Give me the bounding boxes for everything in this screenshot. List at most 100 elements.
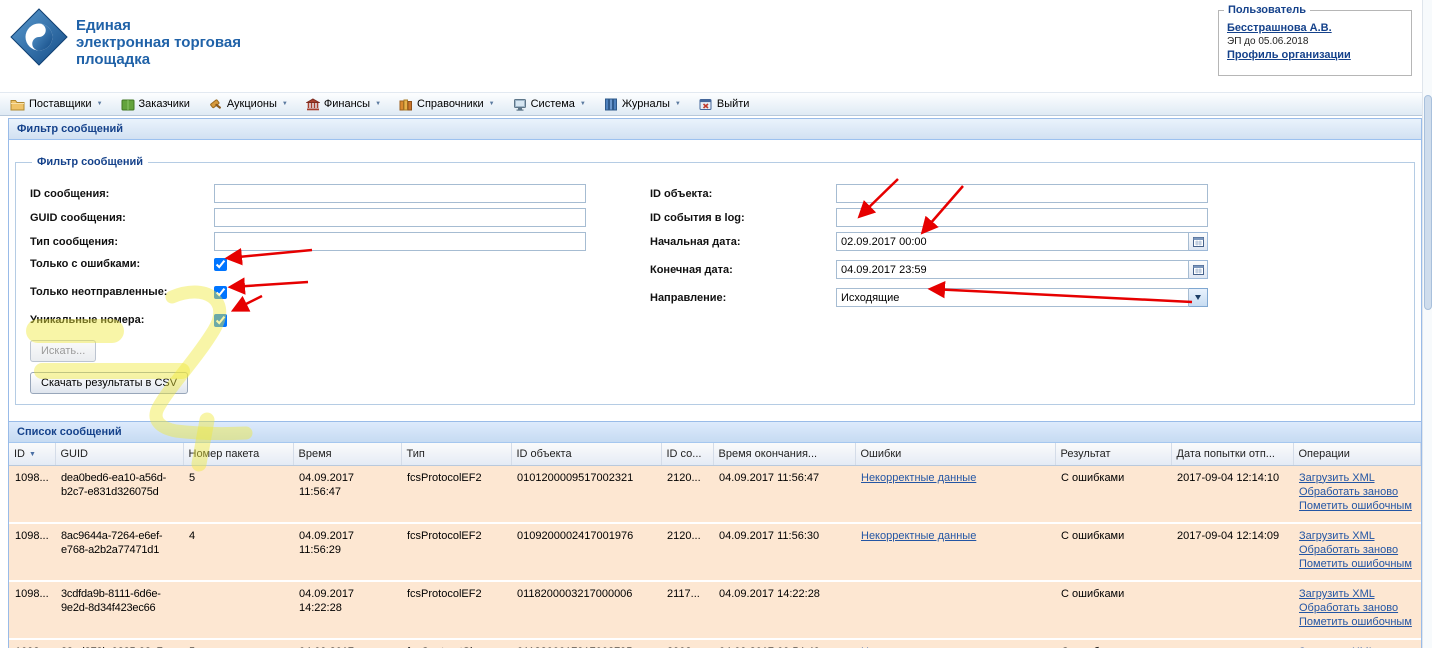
cell-result: С ошибками [1055, 639, 1171, 648]
message-id-label: ID сообщения: [30, 187, 110, 200]
table-row[interactable]: 1098... 88ad378b-9885-93e7-5d34a77bc215 … [9, 639, 1421, 648]
download-csv-button[interactable]: Скачать результаты в CSV [30, 372, 189, 394]
cell-object-id: 0101200009517002321 [511, 465, 661, 524]
reprocess-link[interactable]: Обработать заново [1299, 544, 1398, 556]
cell-errors: Некорректные данные [855, 465, 1055, 524]
column-header-time[interactable]: Время [293, 443, 402, 466]
unique-numbers-checkbox[interactable] [214, 313, 227, 327]
end-date-label: Конечная дата: [650, 263, 733, 276]
reprocess-link[interactable]: Обработать заново [1299, 602, 1398, 614]
message-type-input[interactable] [214, 232, 586, 251]
brand-line: площадка [76, 51, 151, 68]
vertical-scrollbar[interactable] [1422, 0, 1432, 648]
errors-only-label: Только с ошибками: [30, 258, 141, 270]
page-title: Фильтр сообщений [9, 119, 1421, 140]
brand-line: электронная торговая [76, 34, 241, 51]
brand-title: Единая электронная торговая площадка [76, 17, 241, 68]
load-xml-link[interactable]: Загрузить XML [1299, 530, 1375, 542]
chevron-down-icon: ▼ [488, 101, 495, 107]
load-xml-link[interactable]: Загрузить XML [1299, 472, 1375, 484]
cell-result: С ошибками [1055, 581, 1171, 640]
menu-item-journals[interactable]: Журналы ▼ [604, 98, 681, 111]
column-header-packet[interactable]: Номер пакета [183, 443, 294, 466]
cell-operations: Загрузить XML Обработать заново Пометить… [1293, 523, 1421, 582]
chevron-down-icon: ▼ [375, 101, 382, 107]
mark-erroneous-link[interactable]: Пометить ошибочным [1299, 500, 1412, 512]
mark-erroneous-link[interactable]: Пометить ошибочным [1299, 558, 1412, 570]
column-header-operations[interactable]: Операции [1293, 443, 1421, 466]
menu-item-references[interactable]: Справочники ▼ [399, 98, 495, 111]
unsent-only-checkbox[interactable] [214, 285, 227, 299]
column-header-result[interactable]: Результат [1055, 443, 1172, 466]
cell-event-id: 2117... [661, 581, 713, 640]
grid-title: Список сообщений [9, 422, 1421, 443]
menu-item-system[interactable]: Система ▼ [513, 98, 586, 111]
cell-event-id: 2120... [661, 465, 713, 524]
chevron-down-icon: ▼ [579, 101, 586, 107]
message-guid-input[interactable] [214, 208, 586, 227]
cell-attempt-date [1171, 639, 1293, 648]
table-row[interactable]: 1098... 8ac9644a-7264-e6ef-e768-a2b2a774… [9, 523, 1421, 582]
cell-result: С ошибками [1055, 523, 1171, 582]
cell-guid: 8ac9644a-7264-e6ef-e768-a2b2a77471d1 [55, 523, 183, 582]
error-details-link[interactable]: Некорректные данные [861, 530, 976, 542]
column-header-object-id[interactable]: ID объекта [511, 443, 662, 466]
menu-item-finance[interactable]: Финансы ▼ [305, 97, 382, 111]
unique-numbers-label: Уникальные номера: [30, 314, 145, 326]
menu-item-suppliers[interactable]: Поставщики ▼ [10, 98, 103, 111]
log-event-id-input[interactable] [836, 208, 1208, 227]
end-date-calendar-button[interactable] [1189, 260, 1208, 279]
error-details-link[interactable]: Некорректные данные [861, 472, 976, 484]
menu-item-customers[interactable]: Заказчики [121, 98, 190, 111]
message-id-input[interactable] [214, 184, 586, 203]
cell-packet: 5 [183, 465, 293, 524]
column-header-guid[interactable]: GUID [55, 443, 184, 466]
chevron-down-icon [1195, 295, 1201, 300]
calendar-icon [1192, 265, 1204, 275]
table-row[interactable]: 1098... dea0bed6-ea10-a56d-b2c7-e831d326… [9, 465, 1421, 524]
cell-object-id: 0118200003217000006 [511, 581, 661, 640]
cell-guid: dea0bed6-ea10-a56d-b2c7-e831d326075d [55, 465, 183, 524]
scrollbar-thumb[interactable] [1424, 95, 1432, 310]
errors-only-checkbox[interactable] [214, 257, 227, 271]
column-header-event-id[interactable]: ID со... [661, 443, 714, 466]
search-button[interactable]: Искать... [30, 340, 97, 362]
chevron-down-icon: ▼ [674, 101, 681, 107]
start-date-input[interactable] [836, 232, 1189, 251]
cell-id: 1098... [9, 639, 55, 648]
column-header-id[interactable]: ID ▼ [9, 443, 56, 466]
book-icon [121, 99, 135, 110]
message-guid-label: GUID сообщения: [30, 211, 126, 224]
load-xml-link[interactable]: Загрузить XML [1299, 588, 1375, 600]
cell-object-id: 0113200017917002795 [511, 639, 661, 648]
bars-icon [604, 98, 617, 110]
start-date-calendar-button[interactable] [1189, 232, 1208, 251]
filter-legend: Фильтр сообщений [37, 156, 144, 168]
books-icon [399, 99, 413, 110]
messages-grid-panel: Список сообщений ID ▼ GUID Номер пакета В… [9, 421, 1421, 648]
user-name-link[interactable]: Бесстрашнова А.В. [1227, 21, 1403, 35]
user-panel-legend: Пользователь [1224, 4, 1311, 16]
direction-dropdown-button[interactable] [1189, 288, 1208, 307]
reprocess-link[interactable]: Обработать заново [1299, 486, 1398, 498]
table-row[interactable]: 1098... 3cdfda9b-8111-6d6e-9e2d-8d34f423… [9, 581, 1421, 640]
cell-id: 1098... [9, 581, 55, 640]
menu-item-label: Выйти [716, 98, 750, 110]
bank-icon [305, 97, 320, 110]
menu-item-label: Заказчики [138, 98, 190, 110]
column-header-attempt-date[interactable]: Дата попытки отп... [1171, 443, 1294, 466]
menu-item-logout[interactable]: Выйти [699, 98, 750, 111]
cell-operations: Загрузить XML Обработать заново Пометить… [1293, 639, 1421, 648]
menu-item-auctions[interactable]: Аукционы ▼ [208, 97, 288, 111]
column-header-errors[interactable]: Ошибки [855, 443, 1056, 466]
org-profile-link[interactable]: Профиль организации [1227, 48, 1403, 62]
cell-guid: 88ad378b-9885-93e7-5d34a77bc215 [55, 639, 183, 648]
message-type-label: Тип сообщения: [30, 235, 118, 248]
column-header-end-time[interactable]: Время окончания... [713, 443, 856, 466]
mark-erroneous-link[interactable]: Пометить ошибочным [1299, 616, 1412, 628]
end-date-input[interactable] [836, 260, 1189, 279]
object-id-input[interactable] [836, 184, 1208, 203]
column-header-type[interactable]: Тип [401, 443, 512, 466]
direction-combobox[interactable] [836, 288, 1189, 307]
cell-packet [183, 581, 293, 640]
